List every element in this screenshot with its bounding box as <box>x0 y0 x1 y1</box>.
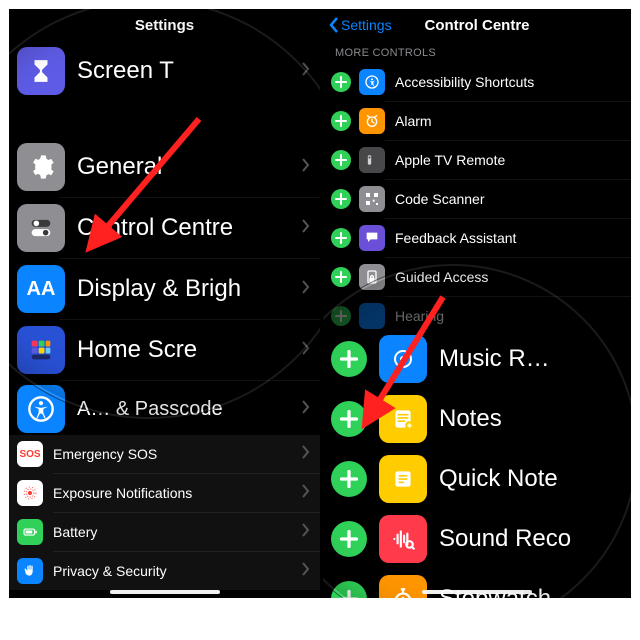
chevron-right-icon <box>302 219 310 238</box>
battery-icon <box>17 519 43 545</box>
row-alarm[interactable]: Alarm <box>323 102 631 140</box>
row-display-brightness[interactable]: AA Display & Brigh <box>9 259 320 319</box>
add-button[interactable] <box>331 581 367 598</box>
hourglass-icon <box>17 47 65 95</box>
text-aa-icon: AA <box>17 265 65 313</box>
gear-icon <box>17 143 65 191</box>
home-indicator[interactable] <box>110 590 220 594</box>
chevron-right-icon <box>302 445 310 464</box>
chevron-right-icon <box>302 484 310 503</box>
settings-screen: Settings Screen T General <box>9 9 320 598</box>
row-label: Guided Access <box>395 269 488 285</box>
remote-icon <box>359 147 385 173</box>
row-privacy-security[interactable]: Privacy & Security <box>9 552 320 590</box>
row-accessibility[interactable]: A… & Passcode <box>9 381 320 433</box>
row-label: Screen T <box>77 57 174 85</box>
add-button[interactable] <box>331 189 351 209</box>
row-label: Accessibility Shortcuts <box>395 74 534 90</box>
back-label: Settings <box>341 17 392 33</box>
row-label: General <box>77 153 162 181</box>
row-label: Alarm <box>395 113 432 129</box>
back-button[interactable]: Settings <box>329 9 392 41</box>
row-general[interactable]: General <box>9 137 320 197</box>
row-label: Battery <box>53 524 97 540</box>
chevron-right-icon <box>302 62 310 81</box>
row-label: Display & Brigh <box>77 275 241 303</box>
add-button[interactable] <box>331 228 351 248</box>
add-button[interactable] <box>331 341 367 377</box>
navbar-title: Control Centre <box>425 17 530 34</box>
row-label: Hearing <box>395 308 444 324</box>
sos-icon: SOS <box>17 441 43 467</box>
row-emergency-sos[interactable]: SOS Emergency SOS <box>9 435 320 473</box>
home-indicator[interactable] <box>422 590 532 594</box>
accessibility-icon <box>359 69 385 95</box>
stopwatch-icon <box>379 575 427 598</box>
music-icon <box>379 335 427 383</box>
control-centre-screen: Settings Control Centre MORE CONTROLS Ac… <box>320 9 631 598</box>
sound-icon <box>379 515 427 563</box>
more-controls-zoom: Music R… Notes Quick Note Sound Reco Sto <box>323 329 631 598</box>
add-button[interactable] <box>331 306 351 326</box>
add-button[interactable] <box>331 150 351 170</box>
row-apple-tv-remote[interactable]: Apple TV Remote <box>323 141 631 179</box>
accessibility-icon <box>17 385 65 433</box>
row-guided-access[interactable]: Guided Access <box>323 258 631 296</box>
row-label: Sound Reco <box>439 525 571 553</box>
chevron-right-icon <box>302 523 310 542</box>
qr-icon <box>359 186 385 212</box>
row-accessibility-shortcuts[interactable]: Accessibility Shortcuts <box>323 63 631 101</box>
row-label: Emergency SOS <box>53 446 157 462</box>
alarm-icon <box>359 108 385 134</box>
row-feedback-assistant[interactable]: Feedback Assistant <box>323 219 631 257</box>
quicknote-icon <box>379 455 427 503</box>
toggles-icon <box>17 204 65 252</box>
ear-icon <box>359 303 385 329</box>
row-label: Notes <box>439 405 502 433</box>
chevron-right-icon <box>302 158 310 177</box>
row-label: Feedback Assistant <box>395 230 516 246</box>
row-label: Home Scre <box>77 336 197 364</box>
row-home-screen[interactable]: Home Scre <box>9 320 320 380</box>
chevron-right-icon <box>302 400 310 419</box>
row-label: Quick Note <box>439 465 558 493</box>
more-controls-list: Accessibility Shortcuts Alarm Apple TV R… <box>323 63 631 335</box>
navbar-settings: Settings <box>9 9 320 41</box>
row-label: Apple TV Remote <box>395 152 505 168</box>
chevron-right-icon <box>302 341 310 360</box>
row-label: A… & Passcode <box>77 398 223 421</box>
row-code-scanner[interactable]: Code Scanner <box>323 180 631 218</box>
add-button[interactable] <box>331 401 367 437</box>
row-label: Music R… <box>439 345 550 373</box>
notes-icon <box>379 395 427 443</box>
add-button[interactable] <box>331 111 351 131</box>
add-button[interactable] <box>331 72 351 92</box>
add-button[interactable] <box>331 267 351 287</box>
row-quick-note[interactable]: Quick Note <box>323 449 631 509</box>
chevron-right-icon <box>302 562 310 581</box>
exposure-icon <box>17 480 43 506</box>
section-header-more-controls: MORE CONTROLS <box>323 41 631 63</box>
navbar-title: Settings <box>135 17 194 34</box>
navbar-control-centre: Settings Control Centre <box>323 9 631 41</box>
row-exposure-notifications[interactable]: Exposure Notifications <box>9 474 320 512</box>
row-battery[interactable]: Battery <box>9 513 320 551</box>
row-notes[interactable]: Notes <box>323 389 631 449</box>
add-button[interactable] <box>331 461 367 497</box>
row-label: Control Centre <box>77 214 233 242</box>
row-music[interactable]: Music R… <box>323 329 631 389</box>
row-sound-recognition[interactable]: Sound Reco <box>323 509 631 569</box>
guided-icon <box>359 264 385 290</box>
row-label: Exposure Notifications <box>53 485 192 501</box>
feedback-icon <box>359 225 385 251</box>
row-control-centre[interactable]: Control Centre <box>9 198 320 258</box>
add-button[interactable] <box>331 521 367 557</box>
row-label: Code Scanner <box>395 191 485 207</box>
row-screen-time[interactable]: Screen T <box>9 41 320 101</box>
hand-icon <box>17 558 43 584</box>
grid-icon <box>17 326 65 374</box>
chevron-right-icon <box>302 280 310 299</box>
row-label: Privacy & Security <box>53 563 167 579</box>
